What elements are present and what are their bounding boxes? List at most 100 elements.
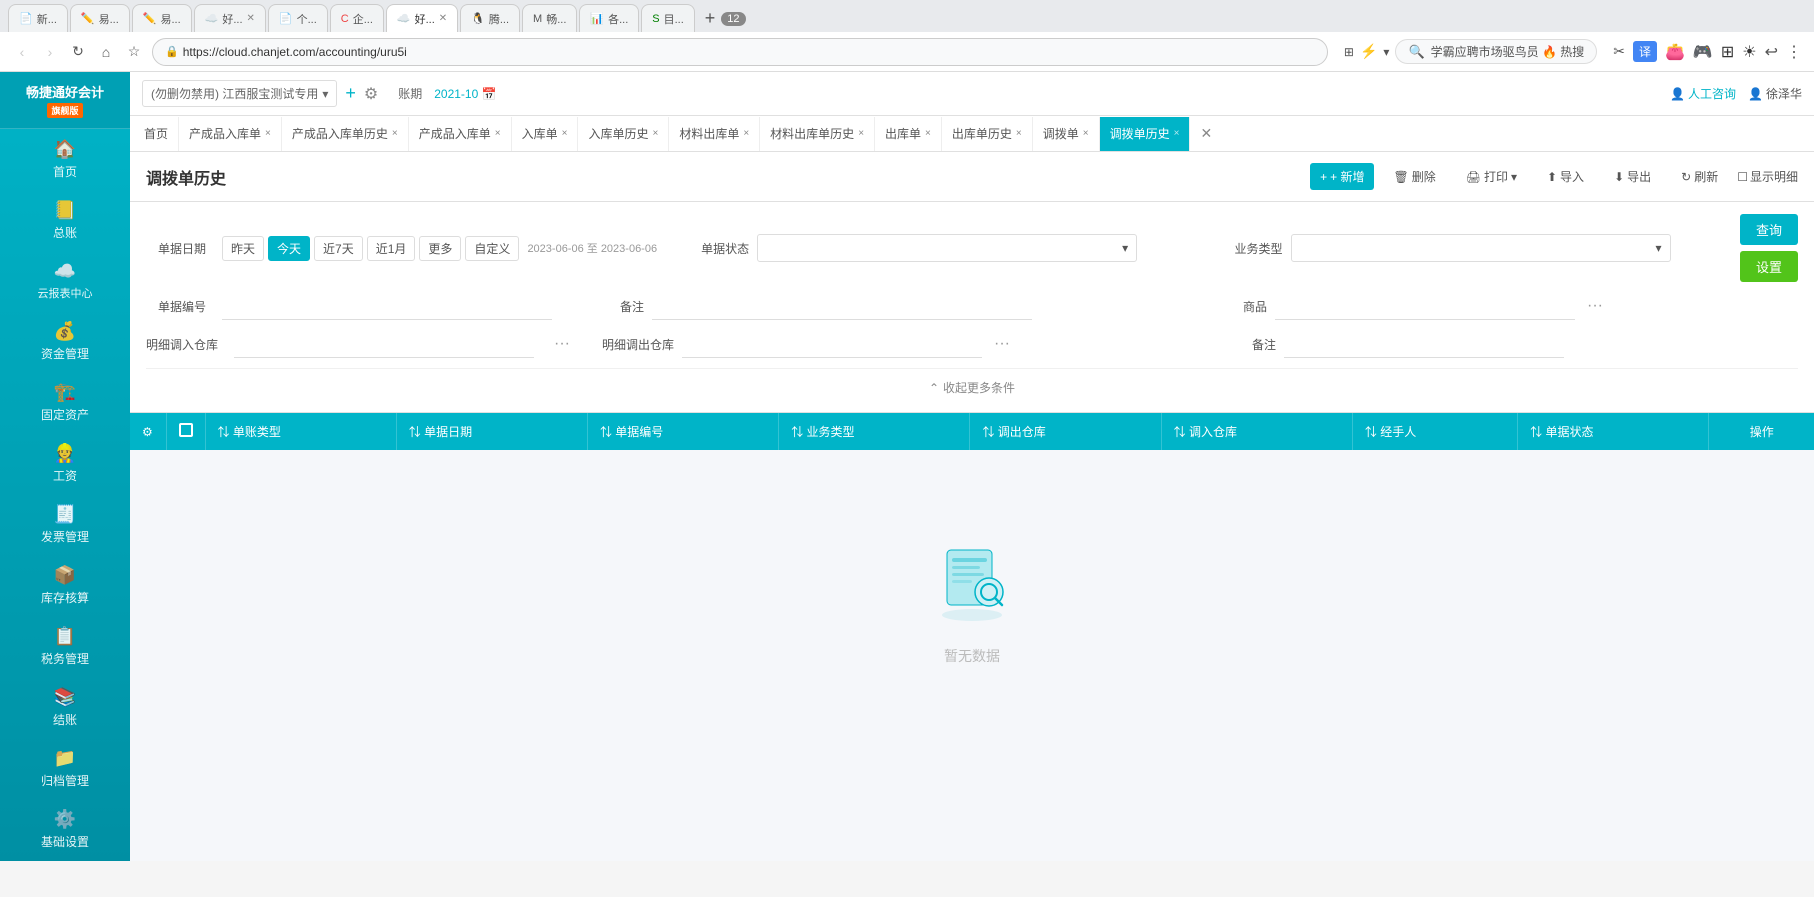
browser-tab-8[interactable]: 🐧 腾... bbox=[460, 4, 520, 32]
business-type-select[interactable]: ▾ bbox=[1291, 234, 1671, 262]
th-handler[interactable]: ⇅ 经手人 bbox=[1352, 413, 1517, 450]
sidebar-item-home[interactable]: 🏠 首页 bbox=[0, 129, 130, 190]
browser-tab-3[interactable]: ✏️ 易... bbox=[132, 4, 192, 32]
address-bar[interactable]: 🔒 https://cloud.chanjet.com/accounting/u… bbox=[152, 38, 1328, 66]
nav-tab-material-out[interactable]: 材料出库单 × bbox=[669, 117, 760, 151]
th-in-warehouse[interactable]: ⇅ 调入仓库 bbox=[1161, 413, 1352, 450]
nav-tab-in[interactable]: 入库单 × bbox=[512, 117, 579, 151]
status-select[interactable]: ▾ bbox=[757, 234, 1137, 262]
date-btn-more[interactable]: 更多 bbox=[419, 236, 461, 261]
expand-btn[interactable]: ▾ bbox=[1383, 45, 1389, 59]
detail-out-input[interactable] bbox=[682, 330, 982, 358]
nav-tab-out-close[interactable]: × bbox=[925, 128, 931, 139]
query-btn[interactable]: 查询 bbox=[1740, 214, 1798, 245]
detail-in-input[interactable] bbox=[234, 330, 534, 358]
browser-tab-4[interactable]: ☁️ 好... ✕ bbox=[194, 4, 266, 32]
add-company-btn[interactable]: + bbox=[345, 83, 356, 104]
browser-tab-7[interactable]: ☁️ 好... ✕ bbox=[386, 4, 458, 32]
game-icon[interactable]: 🎮 bbox=[1693, 42, 1713, 62]
browser-tab-10[interactable]: 📊 各... bbox=[579, 4, 639, 32]
sidebar-item-archive[interactable]: 📁 归档管理 bbox=[0, 738, 130, 799]
nav-tab-transfer-history[interactable]: 调拨单历史 × bbox=[1100, 117, 1191, 151]
browser-tab-2[interactable]: ✏️ 易... bbox=[70, 4, 130, 32]
nav-tab-transfer-close[interactable]: × bbox=[1083, 128, 1089, 139]
show-col-btn[interactable]: ☐ 显示明细 bbox=[1737, 168, 1798, 185]
lightning-btn[interactable]: ⚡ bbox=[1360, 43, 1377, 60]
nav-tab-transfer[interactable]: 调拨单 × bbox=[1033, 117, 1100, 151]
import-btn[interactable]: ⬆ 导入 bbox=[1536, 162, 1595, 191]
table-checkbox-header[interactable] bbox=[166, 413, 205, 450]
scissors-icon[interactable]: ✂ bbox=[1613, 43, 1625, 60]
print-btn[interactable]: 🖨 打印 ▾ bbox=[1455, 162, 1528, 191]
company-selector[interactable]: (勿删勿禁用) 江西服宝测试专用 ▾ bbox=[142, 80, 337, 107]
nav-tab-product-in-history-close[interactable]: × bbox=[392, 128, 398, 139]
th-out-warehouse[interactable]: ⇅ 调出仓库 bbox=[970, 413, 1161, 450]
nav-tab-in-history[interactable]: 入库单历史 × bbox=[578, 117, 669, 151]
delete-btn[interactable]: 🗑 删除 bbox=[1382, 162, 1446, 191]
th-doc-no[interactable]: ⇅ 单据编号 bbox=[587, 413, 778, 450]
date-btn-custom[interactable]: 自定义 bbox=[465, 236, 519, 261]
date-btn-7days[interactable]: 近7天 bbox=[314, 236, 363, 261]
sidebar-item-guide[interactable]: 📖 新手引导 bbox=[0, 860, 130, 861]
detail-in-more-btn[interactable]: ··· bbox=[554, 335, 570, 353]
wallet-icon[interactable]: 👛 bbox=[1665, 42, 1685, 62]
close-all-tabs-btn[interactable]: ✕ bbox=[1194, 125, 1218, 142]
star-btn[interactable]: ☆ bbox=[124, 42, 144, 62]
sidebar-item-settings[interactable]: ⚙️ 基础设置 bbox=[0, 799, 130, 860]
service-btn[interactable]: 👤 人工咨询 bbox=[1670, 85, 1736, 102]
forward-btn[interactable]: › bbox=[40, 42, 60, 62]
browser-tab-6[interactable]: C 企... bbox=[330, 4, 384, 32]
goods-more-btn[interactable]: ··· bbox=[1587, 297, 1603, 315]
sidebar-item-salary[interactable]: 👷 工资 bbox=[0, 433, 130, 494]
detail-remark-input[interactable] bbox=[1284, 330, 1564, 358]
nav-tab-product-in2[interactable]: 产成品入库单 × bbox=[409, 117, 512, 151]
sidebar-item-tax[interactable]: 📋 税务管理 bbox=[0, 616, 130, 677]
home-btn[interactable]: ⌂ bbox=[96, 42, 116, 62]
browser-tab-9[interactable]: M 畅... bbox=[522, 4, 577, 32]
nav-tab-material-out-history[interactable]: 材料出库单历史 × bbox=[760, 117, 875, 151]
menu-icon[interactable]: ⋮ bbox=[1786, 42, 1802, 62]
back-btn[interactable]: ‹ bbox=[12, 42, 32, 62]
nav-tab-material-out-history-close[interactable]: × bbox=[858, 128, 864, 139]
nav-tab-material-out-close[interactable]: × bbox=[743, 128, 749, 139]
refresh-btn[interactable]: ↻ bbox=[68, 42, 88, 62]
undo-icon[interactable]: ↩ bbox=[1765, 42, 1778, 62]
date-btn-today[interactable]: 今天 bbox=[268, 236, 310, 261]
filter-settings-btn[interactable]: 设置 bbox=[1740, 251, 1798, 282]
goods-input[interactable] bbox=[1275, 292, 1575, 320]
nav-tab-out-history-close[interactable]: × bbox=[1016, 128, 1022, 139]
sidebar-item-close[interactable]: 📚 结账 bbox=[0, 677, 130, 738]
th-doc-status[interactable]: ⇅ 单据状态 bbox=[1518, 413, 1709, 450]
sidebar-item-funds[interactable]: 💰 资金管理 bbox=[0, 311, 130, 372]
export-btn[interactable]: ⬇ 导出 bbox=[1603, 162, 1662, 191]
browser-tab-11[interactable]: S 目... bbox=[641, 4, 695, 32]
sidebar-item-inventory[interactable]: 📦 库存核算 bbox=[0, 555, 130, 616]
th-doc-type[interactable]: ⇅ 单账类型 bbox=[205, 413, 396, 450]
sidebar-item-invoice[interactable]: 🧾 发票管理 bbox=[0, 494, 130, 555]
nav-tab-out-history[interactable]: 出库单历史 × bbox=[942, 117, 1033, 151]
brightness-icon[interactable]: ☀ bbox=[1742, 42, 1756, 62]
sidebar-item-cloud-reports[interactable]: ☁️ 云报表中心 bbox=[0, 251, 130, 311]
browser-tab-5[interactable]: 📄 个... bbox=[268, 4, 328, 32]
nav-tab-in-history-close[interactable]: × bbox=[652, 128, 658, 139]
table-scroll[interactable]: ⚙ ⇅ 单账类型 ⇅ 单据日期 bbox=[130, 413, 1814, 861]
company-settings-icon[interactable]: ⚙ bbox=[364, 84, 378, 104]
nav-tab-out[interactable]: 出库单 × bbox=[875, 117, 942, 151]
th-doc-date[interactable]: ⇅ 单据日期 bbox=[396, 413, 587, 450]
grid-icon[interactable]: ⊞ bbox=[1721, 42, 1734, 62]
date-btn-1month[interactable]: 近1月 bbox=[367, 236, 416, 261]
new-tab-btn[interactable]: + bbox=[705, 8, 716, 29]
select-all-checkbox[interactable] bbox=[179, 423, 193, 437]
nav-tab-product-in-close[interactable]: × bbox=[265, 128, 271, 139]
tab-close-4[interactable]: ✕ bbox=[247, 13, 255, 24]
detail-out-more-btn[interactable]: ··· bbox=[994, 335, 1010, 353]
remark-input[interactable] bbox=[652, 292, 1032, 320]
nav-tab-product-in[interactable]: 产成品入库单 × bbox=[179, 117, 282, 151]
extensions-btn[interactable]: ⊞ bbox=[1344, 45, 1354, 59]
refresh-btn[interactable]: ↻ 刷新 bbox=[1670, 162, 1729, 191]
date-btn-yesterday[interactable]: 昨天 bbox=[222, 236, 264, 261]
translate-icon[interactable]: 译 bbox=[1633, 41, 1657, 62]
period-value[interactable]: 2021-10 📅 bbox=[434, 87, 496, 101]
nav-tab-in-close[interactable]: × bbox=[562, 128, 568, 139]
sidebar-item-fixed-assets[interactable]: 🏗️ 固定资产 bbox=[0, 372, 130, 433]
